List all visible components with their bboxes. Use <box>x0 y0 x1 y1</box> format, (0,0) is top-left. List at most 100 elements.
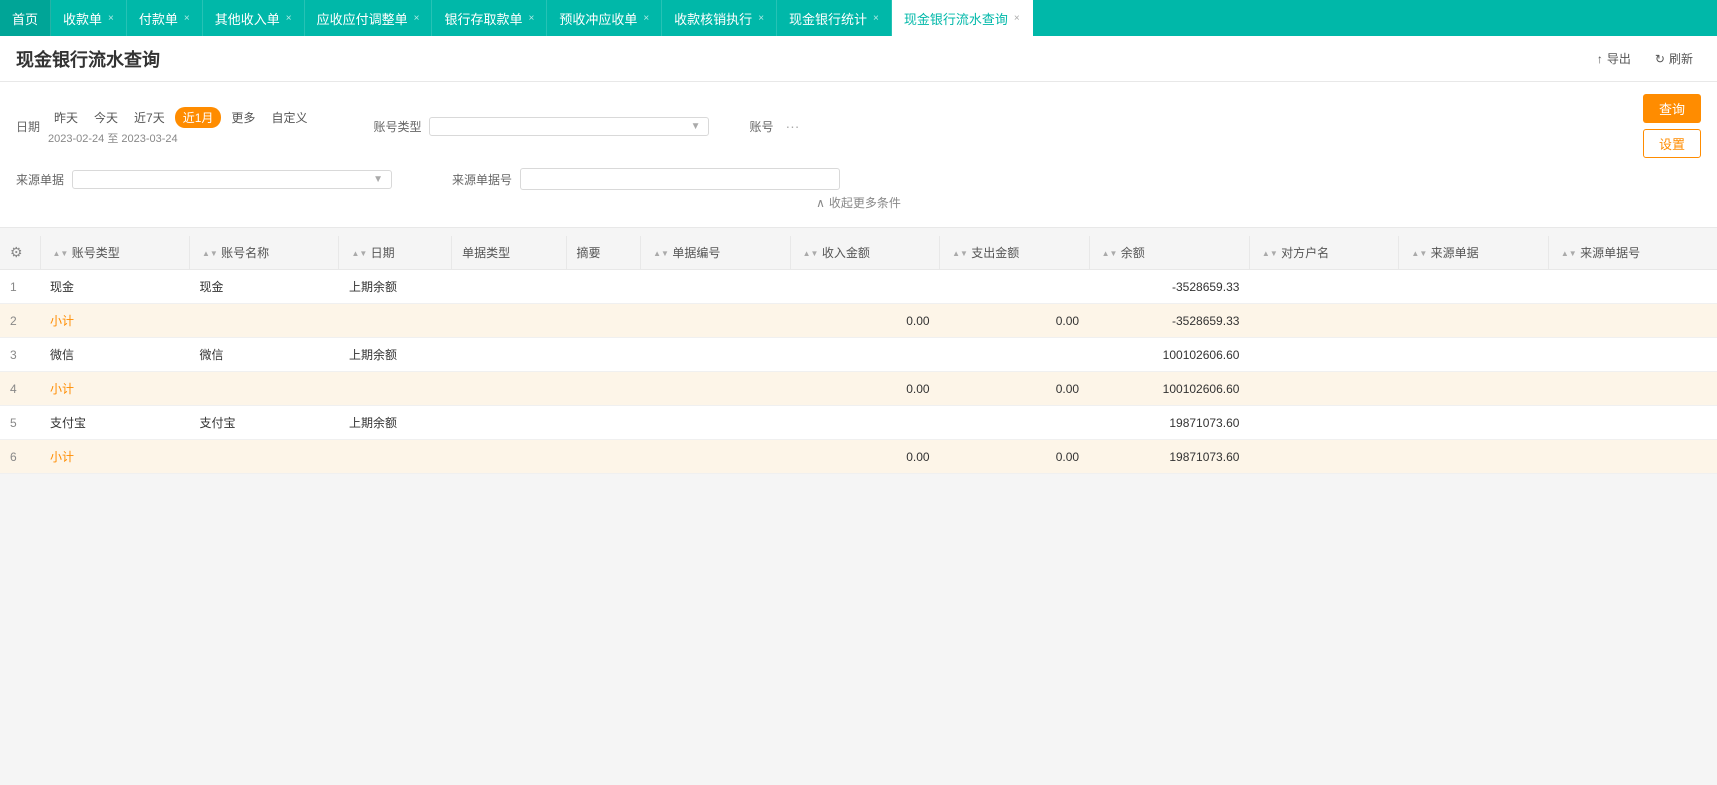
account-type-select[interactable]: ▼ <box>429 117 709 136</box>
collapse-bar[interactable]: ∧ 收起更多条件 <box>16 190 1701 215</box>
nav-bank-deposit[interactable]: 银行存取款单 × <box>432 0 547 36</box>
th-counterparty[interactable]: ▲▼ 对方户名 <box>1249 236 1398 270</box>
th-gear[interactable]: ⚙ <box>0 236 40 270</box>
nav-receipt-label: 收款单 <box>63 9 102 28</box>
table-header-row: ⚙ ▲▼ 账号类型 ▲▼ 账号名称 ▲▼ 日期 单据类型 摘 <box>0 236 1717 270</box>
td-expense <box>940 406 1089 440</box>
th-doc-type: 单据类型 <box>452 236 566 270</box>
account-type-filter: 账号类型 ▼ <box>373 117 709 136</box>
td-account-type: 微信 <box>40 338 189 372</box>
th-source-doc[interactable]: ▲▼ 来源单据 <box>1399 236 1548 270</box>
nav-bank-stats[interactable]: 现金银行统计 × <box>777 0 892 36</box>
nav-home[interactable]: 首页 <box>0 0 51 36</box>
th-counterparty-label: 对方户名 <box>1281 246 1329 260</box>
td-account-name <box>189 304 338 338</box>
table-row[interactable]: 3微信微信上期余额100102606.60 <box>0 338 1717 372</box>
td-doc-type <box>452 372 566 406</box>
account-label: 账号 <box>749 118 773 135</box>
td-source-doc <box>1399 270 1548 304</box>
date-7days[interactable]: 近7天 <box>128 107 171 128</box>
td-expense <box>940 338 1089 372</box>
td-doc-no <box>641 338 790 372</box>
source-doc-chevron-icon: ▼ <box>373 174 383 185</box>
td-counterparty <box>1249 406 1398 440</box>
th-doc-no[interactable]: ▲▼ 单据编号 <box>641 236 790 270</box>
td-account-name <box>189 372 338 406</box>
date-today[interactable]: 今天 <box>88 107 124 128</box>
collapse-label: 收起更多条件 <box>829 194 901 211</box>
th-account-name[interactable]: ▲▼ 账号名称 <box>189 236 338 270</box>
nav-payment[interactable]: 付款单 × <box>127 0 203 36</box>
source-doc-filter: 来源单据 ▼ <box>16 170 392 189</box>
source-doc-select[interactable]: ▼ <box>72 170 392 189</box>
table-body: 1现金现金上期余额-3528659.332小计0.000.00-3528659.… <box>0 270 1717 474</box>
settings-button[interactable]: 设置 <box>1643 129 1701 158</box>
nav-adjustment[interactable]: 应收应付调整单 × <box>305 0 433 36</box>
th-account-type[interactable]: ▲▼ 账号类型 <box>40 236 189 270</box>
nav-bank-flow[interactable]: 现金银行流水查询 × <box>892 0 1033 36</box>
th-balance[interactable]: ▲▼ 余额 <box>1089 236 1249 270</box>
td-account-name: 微信 <box>189 338 338 372</box>
td-doc-type <box>452 406 566 440</box>
td-balance: -3528659.33 <box>1089 304 1249 338</box>
source-doc-no-input[interactable] <box>520 168 840 190</box>
refresh-button[interactable]: ↻ 刷新 <box>1647 46 1701 71</box>
date-yesterday[interactable]: 昨天 <box>48 107 84 128</box>
td-doc-no <box>641 372 790 406</box>
td-date <box>339 372 452 406</box>
nav-other-income[interactable]: 其他收入单 × <box>203 0 305 36</box>
th-source-doc-no[interactable]: ▲▼ 来源单据号 <box>1548 236 1717 270</box>
td-source-doc-no <box>1548 338 1717 372</box>
account-dots-icon[interactable]: ··· <box>781 118 803 134</box>
nav-bank-stats-label: 现金银行统计 <box>789 9 867 28</box>
td-account-name: 现金 <box>189 270 338 304</box>
th-account-type-label: 账号类型 <box>72 246 120 260</box>
table-wrapper: ⚙ ▲▼ 账号类型 ▲▼ 账号名称 ▲▼ 日期 单据类型 摘 <box>0 236 1717 474</box>
table-row[interactable]: 1现金现金上期余额-3528659.33 <box>0 270 1717 304</box>
nav-prepay-offset-close[interactable]: × <box>643 13 649 24</box>
table-row[interactable]: 5支付宝支付宝上期余额19871073.60 <box>0 406 1717 440</box>
th-income[interactable]: ▲▼ 收入金额 <box>790 236 939 270</box>
date-1month[interactable]: 近1月 <box>175 107 222 128</box>
nav-receipt-close[interactable]: × <box>108 13 114 24</box>
nav-bank-deposit-close[interactable]: × <box>528 13 534 24</box>
nav-adjustment-close[interactable]: × <box>414 13 420 24</box>
td-summary <box>566 270 641 304</box>
nav-bank-flow-close[interactable]: × <box>1014 13 1020 24</box>
table-row[interactable]: 4小计0.000.00100102606.60 <box>0 372 1717 406</box>
td-index: 1 <box>0 270 40 304</box>
th-source-doc-no-label: 来源单据号 <box>1580 246 1640 260</box>
nav-other-income-close[interactable]: × <box>286 13 292 24</box>
nav-prepay-offset-label: 预收冲应收单 <box>559 9 637 28</box>
td-doc-type <box>452 304 566 338</box>
table-row[interactable]: 2小计0.000.00-3528659.33 <box>0 304 1717 338</box>
nav-collection-exec-close[interactable]: × <box>758 13 764 24</box>
nav-payment-close[interactable]: × <box>184 13 190 24</box>
query-button[interactable]: 查询 <box>1643 94 1701 123</box>
th-date[interactable]: ▲▼ 日期 <box>339 236 452 270</box>
th-summary: 摘要 <box>566 236 641 270</box>
export-button[interactable]: ↑ 导出 <box>1589 46 1639 71</box>
top-navigation: 首页 收款单 × 付款单 × 其他收入单 × 应收应付调整单 × 银行存取款单 … <box>0 0 1717 36</box>
nav-collection-exec[interactable]: 收款核销执行 × <box>662 0 777 36</box>
date-custom[interactable]: 自定义 <box>265 107 313 128</box>
sort-balance-icon: ▲▼ <box>1102 249 1118 258</box>
td-account-type: 小计 <box>40 304 189 338</box>
nav-other-income-label: 其他收入单 <box>215 9 280 28</box>
sort-date-icon: ▲▼ <box>351 249 367 258</box>
nav-prepay-offset[interactable]: 预收冲应收单 × <box>547 0 662 36</box>
sort-source-doc-icon: ▲▼ <box>1411 249 1427 258</box>
table-row[interactable]: 6小计0.000.0019871073.60 <box>0 440 1717 474</box>
nav-bank-stats-close[interactable]: × <box>873 13 879 24</box>
date-more[interactable]: 更多 <box>225 107 261 128</box>
export-label: 导出 <box>1607 50 1631 67</box>
td-source-doc <box>1399 440 1548 474</box>
gear-icon[interactable]: ⚙ <box>10 244 23 260</box>
td-income <box>790 406 939 440</box>
data-table: ⚙ ▲▼ 账号类型 ▲▼ 账号名称 ▲▼ 日期 单据类型 摘 <box>0 236 1717 474</box>
td-date: 上期余额 <box>339 406 452 440</box>
page-header: 现金银行流水查询 ↑ 导出 ↻ 刷新 <box>0 36 1717 82</box>
nav-receipt[interactable]: 收款单 × <box>51 0 127 36</box>
th-expense[interactable]: ▲▼ 支出金额 <box>940 236 1089 270</box>
td-date <box>339 304 452 338</box>
